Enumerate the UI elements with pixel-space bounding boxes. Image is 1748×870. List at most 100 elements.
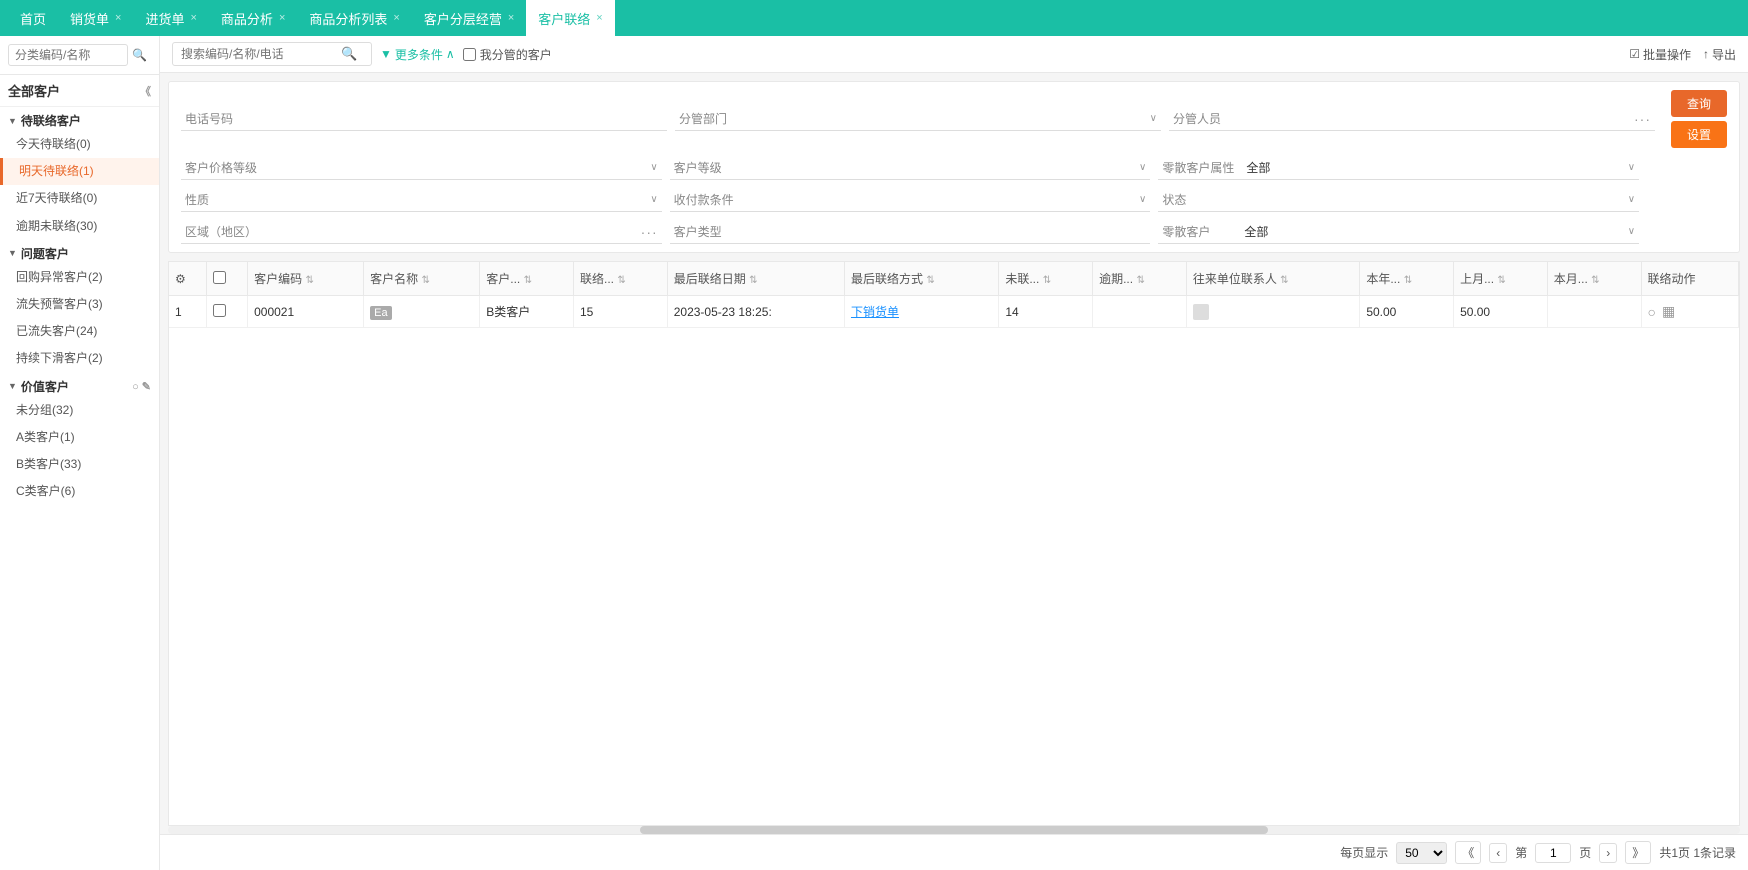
page-number-input[interactable] [1535,843,1571,863]
filter-row-1: 电话号码 分管部门 ∨ 分管人员 ··· 查询 设置 [181,90,1727,148]
toolbar-search-box: 🔍 [172,42,372,66]
filter-retail-customer[interactable]: 零散客户 全部 ∨ [1158,220,1639,244]
nav-close-icon[interactable]: × [596,12,602,24]
page-size-select[interactable]: 50 100 200 [1396,842,1447,864]
col-checkbox[interactable] [206,262,247,296]
col-type[interactable]: 客户... ⇅ [480,262,574,296]
filter-payment[interactable]: 收付款条件 ∨ [670,188,1151,212]
filter-region[interactable]: 区域（地区） ··· [181,220,662,244]
col-contact-person[interactable]: 往来单位联系人 ⇅ [1186,262,1360,296]
horizontal-scrollbar[interactable] [168,826,1740,834]
filter-row-2: 客户价格等级 ∨ 客户等级 ∨ 零散客户属性 全部 ∨ [181,156,1727,180]
nav-customer-tier[interactable]: 客户分层经营 × [412,0,526,36]
sort-icon: ⇅ [749,275,757,286]
cell-last-month: 50.00 [1454,296,1548,328]
reset-button[interactable]: 设置 [1671,121,1727,148]
dropdown-arrow-icon: ∨ [1628,194,1635,205]
cell-contact: 15 [573,296,667,328]
toolbar-search-input[interactable] [181,47,341,61]
cell-type: B类客户 [480,296,574,328]
collapse-icon: 《 [140,83,151,99]
col-settings[interactable]: ⚙ [169,262,206,296]
prev-page-button[interactable]: ‹ [1489,843,1507,863]
col-this-month[interactable]: 本月... ⇅ [1547,262,1641,296]
sidebar-group-pending: 待联络客户 [0,107,159,131]
sidebar-item-churned[interactable]: 已流失客户(24) [0,318,159,345]
sidebar-group-value: 价值客户 ○ ✎ [0,373,159,397]
nav-sales-order[interactable]: 销货单 × [58,0,133,36]
batch-operation-button[interactable]: ☑ 批量操作 [1629,46,1691,63]
nav-close-icon[interactable]: × [115,12,121,24]
col-last-month[interactable]: 上月... ⇅ [1454,262,1548,296]
last-method-link[interactable]: 下销货单 [851,305,899,319]
sidebar-all-customers[interactable]: 全部客户 《 [0,75,159,107]
filter-phone: 电话号码 [181,107,667,131]
checkbox-icon: ☑ [1629,47,1640,61]
nav-purchase-order[interactable]: 进货单 × [133,0,208,36]
filter-person[interactable]: 分管人员 ··· [1169,107,1655,131]
action-icon-2[interactable]: ▦ [1662,303,1675,320]
sidebar-item-ungrouped[interactable]: 未分组(32) [0,397,159,424]
filter-customer-type[interactable]: 客户类型 [670,220,1151,244]
nav-close-icon[interactable]: × [393,12,399,24]
col-last-method[interactable]: 最后联络方式 ⇅ [844,262,998,296]
sidebar-search-input[interactable] [8,44,128,66]
nav-customer-contact[interactable]: 客户联络 × [526,0,614,36]
sidebar-item-repurchase-abnormal[interactable]: 回购异常客户(2) [0,264,159,291]
more-conditions-button[interactable]: ▼ 更多条件 ∧ [380,46,455,63]
dots-icon: ··· [1634,111,1651,127]
sidebar-item-tomorrow[interactable]: 明天待联络(1) [0,158,159,185]
nav-home[interactable]: 首页 [8,0,58,36]
sidebar-item-7days[interactable]: 近7天待联络(0) [0,185,159,212]
filter-customer-level[interactable]: 客户等级 ∨ [670,156,1151,180]
select-all-checkbox[interactable] [213,271,226,284]
scrollbar-thumb[interactable] [640,826,1269,834]
col-action: 联络动作 [1641,262,1738,296]
sidebar-search-icon[interactable]: 🔍 [132,48,147,62]
next-page-button[interactable]: › [1599,843,1617,863]
query-button[interactable]: 查询 [1671,90,1727,117]
cell-last-method[interactable]: 下销货单 [844,296,998,328]
sidebar-item-overdue[interactable]: 逾期未联络(30) [0,213,159,240]
sort-icon: ⇅ [524,275,532,286]
export-button[interactable]: ↑ 导出 [1703,46,1736,63]
action-icon-1[interactable]: ○ [1648,304,1656,320]
sidebar-item-today[interactable]: 今天待联络(0) [0,131,159,158]
customer-name-badge: Ea [370,306,391,320]
sidebar-item-class-b[interactable]: B类客户(33) [0,451,159,478]
filter-customer-attr[interactable]: 零散客户属性 全部 ∨ [1158,156,1639,180]
col-not-contact[interactable]: 未联... ⇅ [999,262,1093,296]
action-icons: ○ ▦ [1648,303,1732,320]
toolbar-search-icon[interactable]: 🔍 [341,46,357,62]
sidebar-item-class-a[interactable]: A类客户(1) [0,424,159,451]
sidebar-item-class-c[interactable]: C类客户(6) [0,478,159,505]
row-checkbox[interactable] [213,304,226,317]
filter-department[interactable]: 分管部门 ∨ [675,107,1161,131]
nav-product-analysis-list[interactable]: 商品分析列表 × [297,0,411,36]
last-page-button[interactable]: 》 [1625,841,1651,864]
dropdown-arrow-icon: ∨ [1628,226,1635,237]
my-customers-checkbox[interactable]: 我分管的客户 [463,46,552,63]
col-code[interactable]: 客户编码 ⇅ [248,262,364,296]
dropdown-arrow-icon: ∨ [1139,162,1146,173]
nav-close-icon[interactable]: × [190,12,196,24]
filter-nature[interactable]: 性质 ∨ [181,188,662,212]
col-this-year[interactable]: 本年... ⇅ [1360,262,1454,296]
col-overdue[interactable]: 逾期... ⇅ [1093,262,1187,296]
sidebar-group-problem: 问题客户 [0,240,159,264]
nav-close-icon[interactable]: × [279,12,285,24]
filter-status[interactable]: 状态 ∨ [1158,188,1639,212]
cell-checkbox[interactable] [206,296,247,328]
col-name[interactable]: 客户名称 ⇅ [364,262,480,296]
my-customers-check-input[interactable] [463,48,476,61]
nav-close-icon[interactable]: × [508,12,514,24]
col-last-date[interactable]: 最后联络日期 ⇅ [667,262,844,296]
nav-product-analysis[interactable]: 商品分析 × [209,0,297,36]
first-page-button[interactable]: 《 [1455,841,1481,864]
main-layout: 🔍 全部客户 《 待联络客户 今天待联络(0) 明天待联络(1) 近7天待联络(… [0,36,1748,870]
sidebar-item-churn-warning[interactable]: 流失预警客户(3) [0,291,159,318]
sidebar-item-declining[interactable]: 持续下滑客户(2) [0,345,159,372]
col-contact-count[interactable]: 联络... ⇅ [573,262,667,296]
data-table: ⚙ 客户编码 ⇅ 客户名称 ⇅ 客户... ⇅ [169,262,1739,328]
filter-price-level[interactable]: 客户价格等级 ∨ [181,156,662,180]
